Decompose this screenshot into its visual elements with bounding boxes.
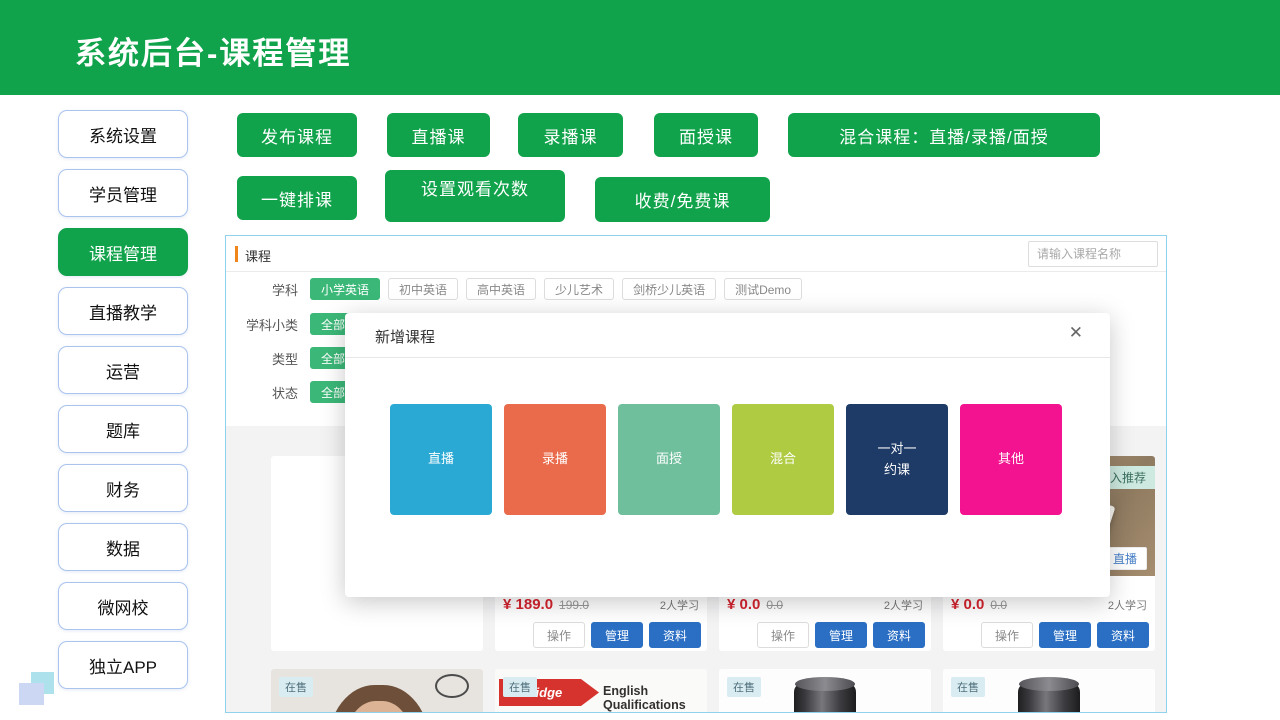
onsale-badge: 在售 [503, 677, 537, 697]
decor-square-blue [19, 683, 44, 705]
filter-label: 学科小类 [226, 315, 298, 334]
course-original-price: 0.0 [990, 598, 1007, 612]
accent-bar [235, 246, 238, 262]
course-image: 在售 [719, 669, 931, 712]
sidebar-item-course-management[interactable]: 课程管理 [58, 228, 188, 276]
type-card-recorded[interactable]: 录播 [504, 404, 606, 515]
manage-button[interactable]: 管理 [1039, 622, 1091, 648]
operate-button[interactable]: 操作 [533, 622, 585, 648]
filter-label: 状态 [226, 383, 298, 402]
filter-chip-cambridge-kids[interactable]: 剑桥少儿英语 [622, 278, 716, 300]
onsale-badge: 在售 [727, 677, 761, 697]
filter-row-type: 类型 全部 [226, 347, 364, 369]
material-button[interactable]: 资料 [1097, 622, 1149, 648]
course-card[interactable]: 在售 [719, 669, 931, 712]
publish-course-button[interactable]: 发布课程 [237, 113, 357, 157]
course-type-row: 直播 录播 面授 混合 一对一 约课 其他 [390, 404, 1062, 515]
recorded-course-button[interactable]: 录播课 [518, 113, 623, 157]
search-input[interactable] [1028, 241, 1158, 267]
cylinder-shape [1018, 683, 1080, 712]
type-card-label: 直播 [428, 449, 454, 470]
filter-label: 学科 [226, 280, 298, 299]
page-title: 系统后台-课程管理 [75, 28, 351, 73]
filter-label: 类型 [226, 349, 298, 368]
course-price: ¥ 0.0 [727, 596, 760, 613]
operate-button[interactable]: 操作 [757, 622, 809, 648]
filter-chip-junior-english[interactable]: 初中英语 [388, 278, 458, 300]
onsale-badge: 在售 [951, 677, 985, 697]
course-price: ¥ 0.0 [951, 596, 984, 613]
sidebar-item-standalone-app[interactable]: 独立APP [58, 641, 188, 689]
close-icon[interactable]: ✕ [1069, 323, 1083, 343]
sketch-bubble [435, 674, 469, 698]
course-original-price: 0.0 [766, 598, 783, 612]
filter-chip-test-demo[interactable]: 测试Demo [724, 278, 802, 300]
filter-chip-kids-art[interactable]: 少儿艺术 [544, 278, 614, 300]
course-card[interactable]: 在售 [271, 669, 483, 712]
modal-divider [345, 357, 1110, 358]
material-button[interactable]: 资料 [649, 622, 701, 648]
page: 系统后台-课程管理 系统设置 学员管理 课程管理 直播教学 运营 题库 财务 数… [0, 0, 1280, 720]
type-card-live[interactable]: 直播 [390, 404, 492, 515]
sidebar-item-student-management[interactable]: 学员管理 [58, 169, 188, 217]
panel-header: 课程 [226, 236, 1166, 272]
filter-row-status: 状态 全部 [226, 381, 364, 403]
learner-count: 2人学习 [884, 597, 923, 613]
mixed-course-button[interactable]: 混合课程：直播/录播/面授 [788, 113, 1100, 157]
type-card-label: 其他 [998, 449, 1024, 470]
manage-button[interactable]: 管理 [591, 622, 643, 648]
one-click-schedule-button[interactable]: 一键排课 [237, 176, 357, 220]
operate-button[interactable]: 操作 [981, 622, 1033, 648]
sidebar-item-micro-school[interactable]: 微网校 [58, 582, 188, 630]
sidebar-item-system-settings[interactable]: 系统设置 [58, 110, 188, 158]
modal-title: 新增课程 [375, 326, 435, 347]
type-card-label: 录播 [542, 449, 568, 470]
sidebar-item-operations[interactable]: 运营 [58, 346, 188, 394]
type-card-mixed[interactable]: 混合 [732, 404, 834, 515]
type-card-offline[interactable]: 面授 [618, 404, 720, 515]
sidebar-item-finance[interactable]: 财务 [58, 464, 188, 512]
course-image: 在售 [271, 669, 483, 712]
sidebar: 系统设置 学员管理 课程管理 直播教学 运营 题库 财务 数据 微网校 独立AP… [58, 110, 188, 689]
sidebar-item-question-bank[interactable]: 题库 [58, 405, 188, 453]
course-original-price: 199.0 [559, 598, 589, 612]
type-card-one-on-one[interactable]: 一对一 约课 [846, 404, 948, 515]
filter-chip-senior-english[interactable]: 高中英语 [466, 278, 536, 300]
course-card[interactable]: 在售 [943, 669, 1155, 712]
sidebar-item-data[interactable]: 数据 [58, 523, 188, 571]
type-card-label: 一对一 约课 [877, 439, 916, 481]
filter-row-subcategory: 学科小类 全部 [226, 313, 364, 335]
cylinder-shape [794, 683, 856, 712]
offline-course-button[interactable]: 面授课 [654, 113, 758, 157]
add-course-modal: 新增课程 ✕ 直播 录播 面授 混合 一对一 约课 其他 [345, 313, 1110, 597]
course-image: mbridge English Qualifications 在售 [495, 669, 707, 712]
filter-row-subject: 学科 小学英语 初中英语 高中英语 少儿艺术 剑桥少儿英语 测试Demo [226, 278, 810, 300]
paid-free-course-button[interactable]: 收费/免费课 [595, 177, 770, 222]
learner-count: 2人学习 [660, 597, 699, 613]
type-card-label: 面授 [656, 449, 682, 470]
course-card[interactable]: mbridge English Qualifications 在售 [495, 669, 707, 712]
learner-count: 2人学习 [1108, 597, 1147, 613]
panel-title: 课程 [245, 246, 271, 265]
filter-chip-primary-english[interactable]: 小学英语 [310, 278, 380, 300]
course-image: 在售 [943, 669, 1155, 712]
sidebar-item-live-teaching[interactable]: 直播教学 [58, 287, 188, 335]
cambridge-text: English Qualifications [603, 684, 707, 712]
live-course-button[interactable]: 直播课 [387, 113, 490, 157]
manage-button[interactable]: 管理 [815, 622, 867, 648]
onsale-badge: 在售 [279, 677, 313, 697]
course-price: ¥ 189.0 [503, 596, 553, 613]
app-header: 系统后台-课程管理 [0, 0, 1280, 95]
material-button[interactable]: 资料 [873, 622, 925, 648]
set-view-count-button[interactable]: 设置观看次数 [385, 170, 565, 222]
type-card-label: 混合 [770, 449, 796, 470]
type-card-other[interactable]: 其他 [960, 404, 1062, 515]
